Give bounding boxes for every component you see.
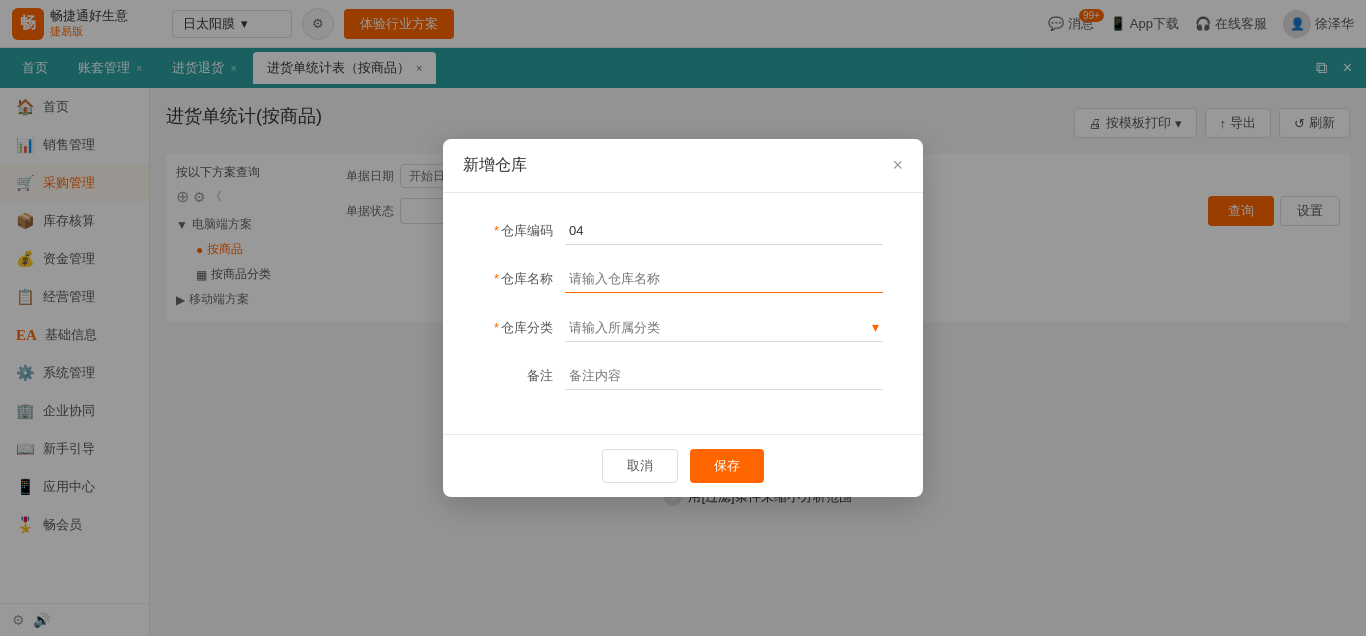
cancel-button[interactable]: 取消 <box>602 449 678 483</box>
category-input[interactable] <box>569 320 872 335</box>
dialog-title: 新增仓库 <box>463 155 527 176</box>
remark-label: 备注 <box>483 367 553 385</box>
code-input[interactable] <box>565 217 883 245</box>
remark-input[interactable] <box>565 362 883 390</box>
new-warehouse-dialog: 新增仓库 × 仓库编码 仓库名称 仓库分类 ▾ 备注 <box>443 139 923 497</box>
remark-form-row: 备注 <box>483 362 883 390</box>
code-label: 仓库编码 <box>483 222 553 240</box>
category-select-wrapper[interactable]: ▾ <box>565 313 883 342</box>
category-form-row: 仓库分类 ▾ <box>483 313 883 342</box>
dialog-overlay: 新增仓库 × 仓库编码 仓库名称 仓库分类 ▾ 备注 <box>0 0 1366 636</box>
dialog-body: 仓库编码 仓库名称 仓库分类 ▾ 备注 <box>443 193 923 434</box>
name-input[interactable] <box>565 265 883 293</box>
name-form-row: 仓库名称 <box>483 265 883 293</box>
dialog-close-button[interactable]: × <box>892 155 903 176</box>
dialog-footer: 取消 保存 <box>443 434 923 497</box>
dialog-header: 新增仓库 × <box>443 139 923 193</box>
code-form-row: 仓库编码 <box>483 217 883 245</box>
name-label: 仓库名称 <box>483 270 553 288</box>
category-dropdown-icon: ▾ <box>872 319 879 335</box>
category-label: 仓库分类 <box>483 319 553 337</box>
save-button[interactable]: 保存 <box>690 449 764 483</box>
